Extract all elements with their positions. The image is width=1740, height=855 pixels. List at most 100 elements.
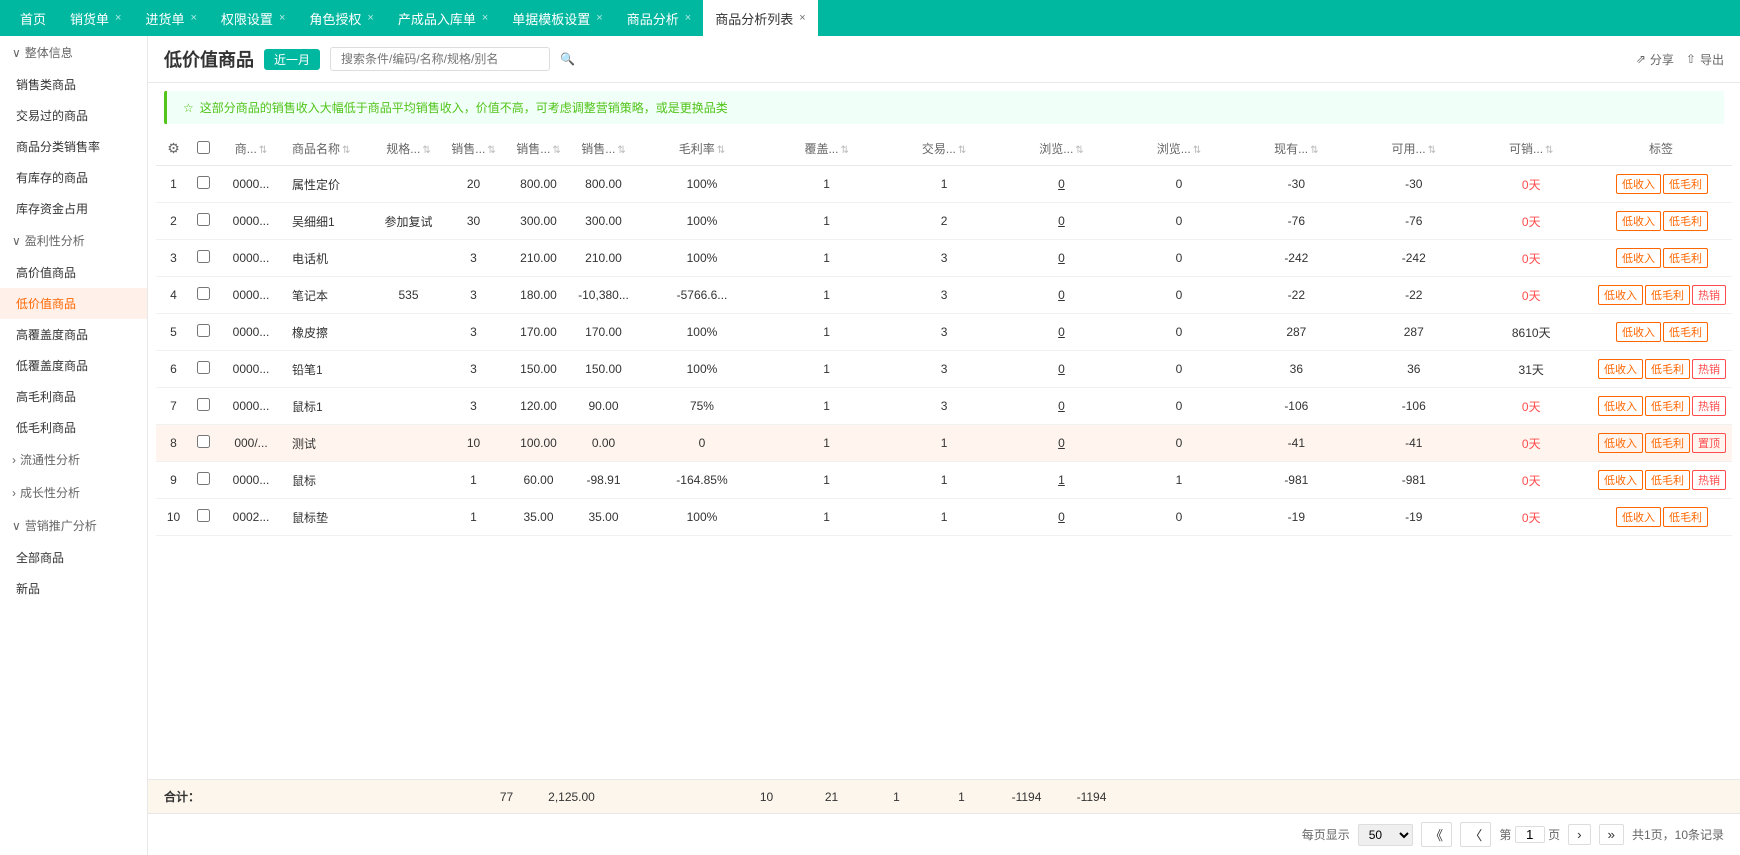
- nav-template-settings[interactable]: 单据模板设置×: [500, 0, 614, 36]
- row-name: 笔记本: [286, 277, 376, 314]
- row-checkbox[interactable]: [191, 277, 216, 314]
- sidebar-item-high-margin[interactable]: 高毛利商品: [0, 381, 147, 412]
- row-browse1[interactable]: 0: [1003, 314, 1120, 351]
- close-icon[interactable]: ×: [482, 12, 488, 24]
- row-browse1[interactable]: 0: [1003, 277, 1120, 314]
- sidebar-item-sales-goods[interactable]: 销售类商品: [0, 69, 147, 100]
- select-all-checkbox[interactable]: [197, 141, 210, 154]
- browse-link[interactable]: 0: [1058, 177, 1065, 191]
- sidebar-group-marketing[interactable]: ∨ 营销推广分析: [0, 509, 147, 542]
- page-number-input[interactable]: [1515, 826, 1545, 843]
- th-name[interactable]: 商品名称⇅: [286, 132, 376, 166]
- sidebar-item-new-goods[interactable]: 新品: [0, 573, 147, 604]
- row-browse1[interactable]: 0: [1003, 240, 1120, 277]
- nav-product-analysis-list[interactable]: 商品分析列表×: [703, 0, 817, 36]
- row-checkbox[interactable]: [191, 166, 216, 203]
- first-page-button[interactable]: 《: [1421, 822, 1452, 847]
- row-num: 4: [156, 277, 191, 314]
- sidebar-group-growth[interactable]: › 成长性分析: [0, 476, 147, 509]
- search-icon[interactable]: 🔍: [560, 52, 575, 66]
- nav-product-stock[interactable]: 产成品入库单×: [386, 0, 500, 36]
- th-browse1[interactable]: 浏览...⇅: [1003, 132, 1120, 166]
- sidebar-item-category-sales-rate[interactable]: 商品分类销售率: [0, 131, 147, 162]
- close-icon[interactable]: ×: [279, 12, 285, 24]
- row-checkbox[interactable]: [191, 499, 216, 536]
- sidebar-group-profit[interactable]: ∨ 盈利性分析: [0, 224, 147, 257]
- sidebar-item-low-coverage[interactable]: 低覆盖度商品: [0, 350, 147, 381]
- sidebar-item-low-value[interactable]: 低价值商品: [0, 288, 147, 319]
- row-browse1[interactable]: 0: [1003, 351, 1120, 388]
- page-size-select[interactable]: 50 20 100: [1358, 824, 1413, 846]
- search-input[interactable]: [330, 47, 550, 71]
- th-trade[interactable]: 交易...⇅: [885, 132, 1002, 166]
- nav-permission-settings[interactable]: 权限设置×: [209, 0, 297, 36]
- row-stock2: -22: [1355, 277, 1472, 314]
- prev-page-button[interactable]: 〈: [1460, 822, 1491, 847]
- share-button[interactable]: ⇗ 分享: [1636, 51, 1674, 68]
- row-browse1[interactable]: 0: [1003, 203, 1120, 240]
- settings-icon[interactable]: ⚙: [167, 140, 180, 156]
- browse-link[interactable]: 1: [1058, 473, 1065, 487]
- row-browse1[interactable]: 0: [1003, 499, 1120, 536]
- th-spec[interactable]: 规格...⇅: [376, 132, 441, 166]
- close-icon[interactable]: ×: [190, 12, 196, 24]
- sidebar-group-overall[interactable]: ∨ 整体信息: [0, 36, 147, 69]
- th-sales3[interactable]: 销售...⇅: [571, 132, 636, 166]
- row-browse1[interactable]: 0: [1003, 425, 1120, 462]
- export-button[interactable]: ⇧ 导出: [1686, 51, 1724, 68]
- row-browse1[interactable]: 0: [1003, 388, 1120, 425]
- row-checkbox[interactable]: [191, 388, 216, 425]
- close-icon[interactable]: ×: [685, 12, 691, 24]
- sidebar-item-stock-capital[interactable]: 库存资金占用: [0, 193, 147, 224]
- sidebar-item-high-value[interactable]: 高价值商品: [0, 257, 147, 288]
- browse-link[interactable]: 0: [1058, 251, 1065, 265]
- row-s3: 150.00: [571, 351, 636, 388]
- browse-link[interactable]: 0: [1058, 325, 1065, 339]
- row-checkbox[interactable]: [191, 314, 216, 351]
- nav-role-auth[interactable]: 角色授权×: [297, 0, 385, 36]
- row-checkbox[interactable]: [191, 351, 216, 388]
- row-s1: 30: [441, 203, 506, 240]
- th-gross-margin[interactable]: 毛利率⇅: [636, 132, 768, 166]
- sidebar-item-high-coverage[interactable]: 高覆盖度商品: [0, 319, 147, 350]
- th-sales2[interactable]: 销售...⇅: [506, 132, 571, 166]
- sidebar-item-all-goods[interactable]: 全部商品: [0, 542, 147, 573]
- close-icon[interactable]: ×: [799, 12, 805, 24]
- sidebar-group-circulation[interactable]: › 流通性分析: [0, 443, 147, 476]
- row-gross: 100%: [636, 240, 768, 277]
- row-browse1[interactable]: 1: [1003, 462, 1120, 499]
- th-stock3[interactable]: 可销...⇅: [1472, 132, 1590, 166]
- th-sales1[interactable]: 销售...⇅: [441, 132, 506, 166]
- browse-link[interactable]: 0: [1058, 399, 1065, 413]
- sidebar-item-traded-goods[interactable]: 交易过的商品: [0, 100, 147, 131]
- th-stock1[interactable]: 现有...⇅: [1238, 132, 1355, 166]
- row-browse1[interactable]: 0: [1003, 166, 1120, 203]
- th-sku[interactable]: 商...⇅: [216, 132, 286, 166]
- browse-link[interactable]: 0: [1058, 362, 1065, 376]
- nav-product-analysis[interactable]: 商品分析×: [615, 0, 703, 36]
- close-icon[interactable]: ×: [115, 12, 121, 24]
- next-page-button[interactable]: ›: [1568, 824, 1590, 845]
- close-icon[interactable]: ×: [367, 12, 373, 24]
- sidebar-item-low-margin[interactable]: 低毛利商品: [0, 412, 147, 443]
- nav-purchase-order[interactable]: 进货单×: [133, 0, 208, 36]
- sidebar-item-stock-goods[interactable]: 有库存的商品: [0, 162, 147, 193]
- time-badge[interactable]: 近一月: [264, 49, 320, 70]
- th-settings[interactable]: ⚙: [156, 132, 191, 166]
- close-icon[interactable]: ×: [596, 12, 602, 24]
- browse-link[interactable]: 0: [1058, 510, 1065, 524]
- th-browse2[interactable]: 浏览...⇅: [1120, 132, 1237, 166]
- row-checkbox[interactable]: [191, 462, 216, 499]
- th-stock2[interactable]: 可用...⇅: [1355, 132, 1472, 166]
- browse-link[interactable]: 0: [1058, 436, 1065, 450]
- nav-home[interactable]: 首页: [8, 0, 58, 36]
- browse-link[interactable]: 0: [1058, 214, 1065, 228]
- row-checkbox[interactable]: [191, 203, 216, 240]
- nav-sales-order[interactable]: 销货单×: [58, 0, 133, 36]
- th-checkbox[interactable]: [191, 132, 216, 166]
- th-coverage[interactable]: 覆盖...⇅: [768, 132, 885, 166]
- browse-link[interactable]: 0: [1058, 288, 1065, 302]
- row-checkbox[interactable]: [191, 425, 216, 462]
- row-checkbox[interactable]: [191, 240, 216, 277]
- last-page-button[interactable]: »: [1599, 824, 1624, 845]
